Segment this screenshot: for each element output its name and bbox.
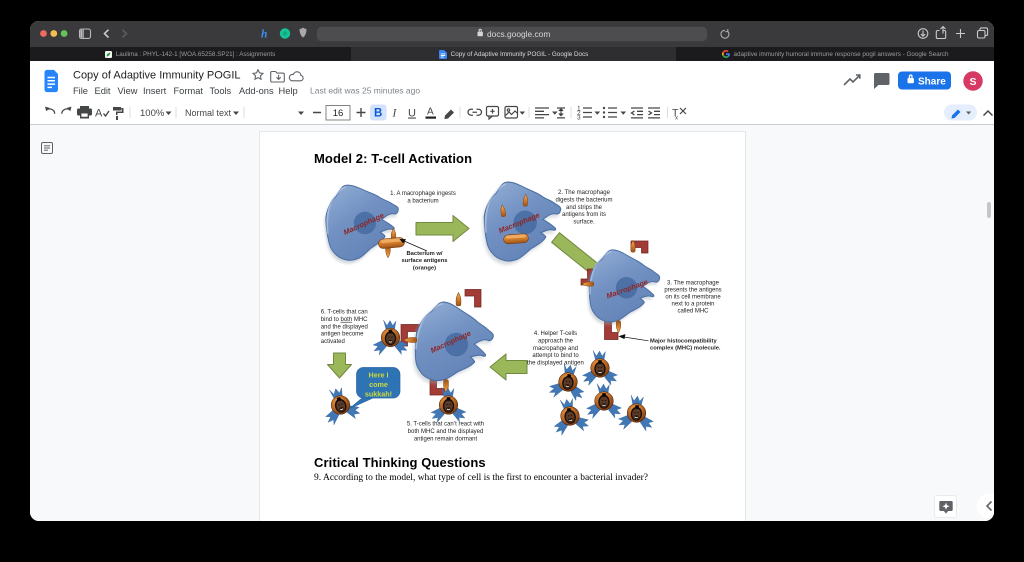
svg-text:digests the bacterium: digests the bacterium xyxy=(555,197,612,203)
svg-text:h: h xyxy=(261,29,267,41)
svg-text:and strips the: and strips the xyxy=(566,205,603,211)
svg-text:1. A macrophage ingests: 1. A macrophage ingests xyxy=(390,191,456,197)
svg-text:Share: Share xyxy=(918,77,946,88)
svg-text:(orange): (orange) xyxy=(413,265,436,271)
svg-text:File: File xyxy=(73,86,88,96)
svg-text:View: View xyxy=(118,86,138,96)
svg-text:macropahge and: macropahge and xyxy=(533,346,578,352)
svg-text:Tools: Tools xyxy=(210,86,232,96)
svg-text:Format: Format xyxy=(174,86,204,96)
svg-text:B: B xyxy=(374,108,382,120)
svg-text:x: x xyxy=(675,116,678,122)
svg-text:come: come xyxy=(369,380,388,389)
svg-text:approach the: approach the xyxy=(538,338,574,344)
svg-text:the displayed antigen: the displayed antigen xyxy=(527,361,584,367)
svg-text:presents the antigens: presents the antigens xyxy=(664,288,721,294)
svg-text:3: 3 xyxy=(577,114,581,121)
svg-text:bind to both MHC: bind to both MHC xyxy=(321,317,368,323)
svg-text:16: 16 xyxy=(333,108,344,119)
svg-text:A: A xyxy=(95,108,103,120)
svg-text:and the displayed: and the displayed xyxy=(321,324,368,330)
svg-text:surface antigens: surface antigens xyxy=(401,258,447,264)
svg-text:complex (MHC) molecule.: complex (MHC) molecule. xyxy=(650,346,721,352)
svg-text:Edit: Edit xyxy=(95,86,111,96)
svg-text:antigens from its: antigens from its xyxy=(562,212,606,218)
svg-text:antigen become: antigen become xyxy=(321,332,364,338)
svg-text:2. The macrophage: 2. The macrophage xyxy=(558,190,611,196)
svg-text:100%: 100% xyxy=(140,108,165,119)
svg-text:3. The macrophage: 3. The macrophage xyxy=(667,281,720,287)
svg-text:sukkah!: sukkah! xyxy=(365,390,392,399)
svg-text:surface.: surface. xyxy=(573,220,595,226)
svg-text:6. T-cells that can: 6. T-cells that can xyxy=(321,310,368,316)
svg-text:Insert: Insert xyxy=(143,86,167,96)
svg-text:Help: Help xyxy=(279,86,298,96)
svg-text:Bacterium w/: Bacterium w/ xyxy=(406,251,442,257)
svg-text:next to a protein: next to a protein xyxy=(671,302,714,308)
svg-text:5. T-cells that can’t react wi: 5. T-cells that can’t react with xyxy=(407,422,484,428)
svg-text:docs.google.com: docs.google.com xyxy=(487,29,550,39)
svg-text:4. Helper T-cells: 4. Helper T-cells xyxy=(534,331,577,337)
svg-text:I: I xyxy=(392,108,398,120)
svg-text:S: S xyxy=(969,76,976,88)
svg-text:Last edit was 25 minutes ago: Last edit was 25 minutes ago xyxy=(310,86,420,96)
svg-text:called MHC: called MHC xyxy=(677,309,709,315)
svg-text:Normal text: Normal text xyxy=(185,108,232,118)
svg-text:antigen remain dormant: antigen remain dormant xyxy=(414,437,478,443)
svg-text:both MHC and the displayed: both MHC and the displayed xyxy=(408,429,484,435)
svg-text:on its cell membrane: on its cell membrane xyxy=(665,295,721,301)
svg-text:activated: activated xyxy=(321,339,345,345)
svg-text:attempt to bind to: attempt to bind to xyxy=(532,353,579,359)
svg-text:Add-ons: Add-ons xyxy=(239,86,274,96)
svg-text:Copy of Adaptive Immunity POGI: Copy of Adaptive Immunity POGIL xyxy=(73,70,241,82)
svg-text:U: U xyxy=(408,108,416,120)
svg-text:Major histocompatibility: Major histocompatibility xyxy=(650,338,717,344)
svg-text:Here I: Here I xyxy=(369,370,389,379)
svg-text:A: A xyxy=(427,107,434,118)
svg-text:a bacterium: a bacterium xyxy=(407,198,438,204)
